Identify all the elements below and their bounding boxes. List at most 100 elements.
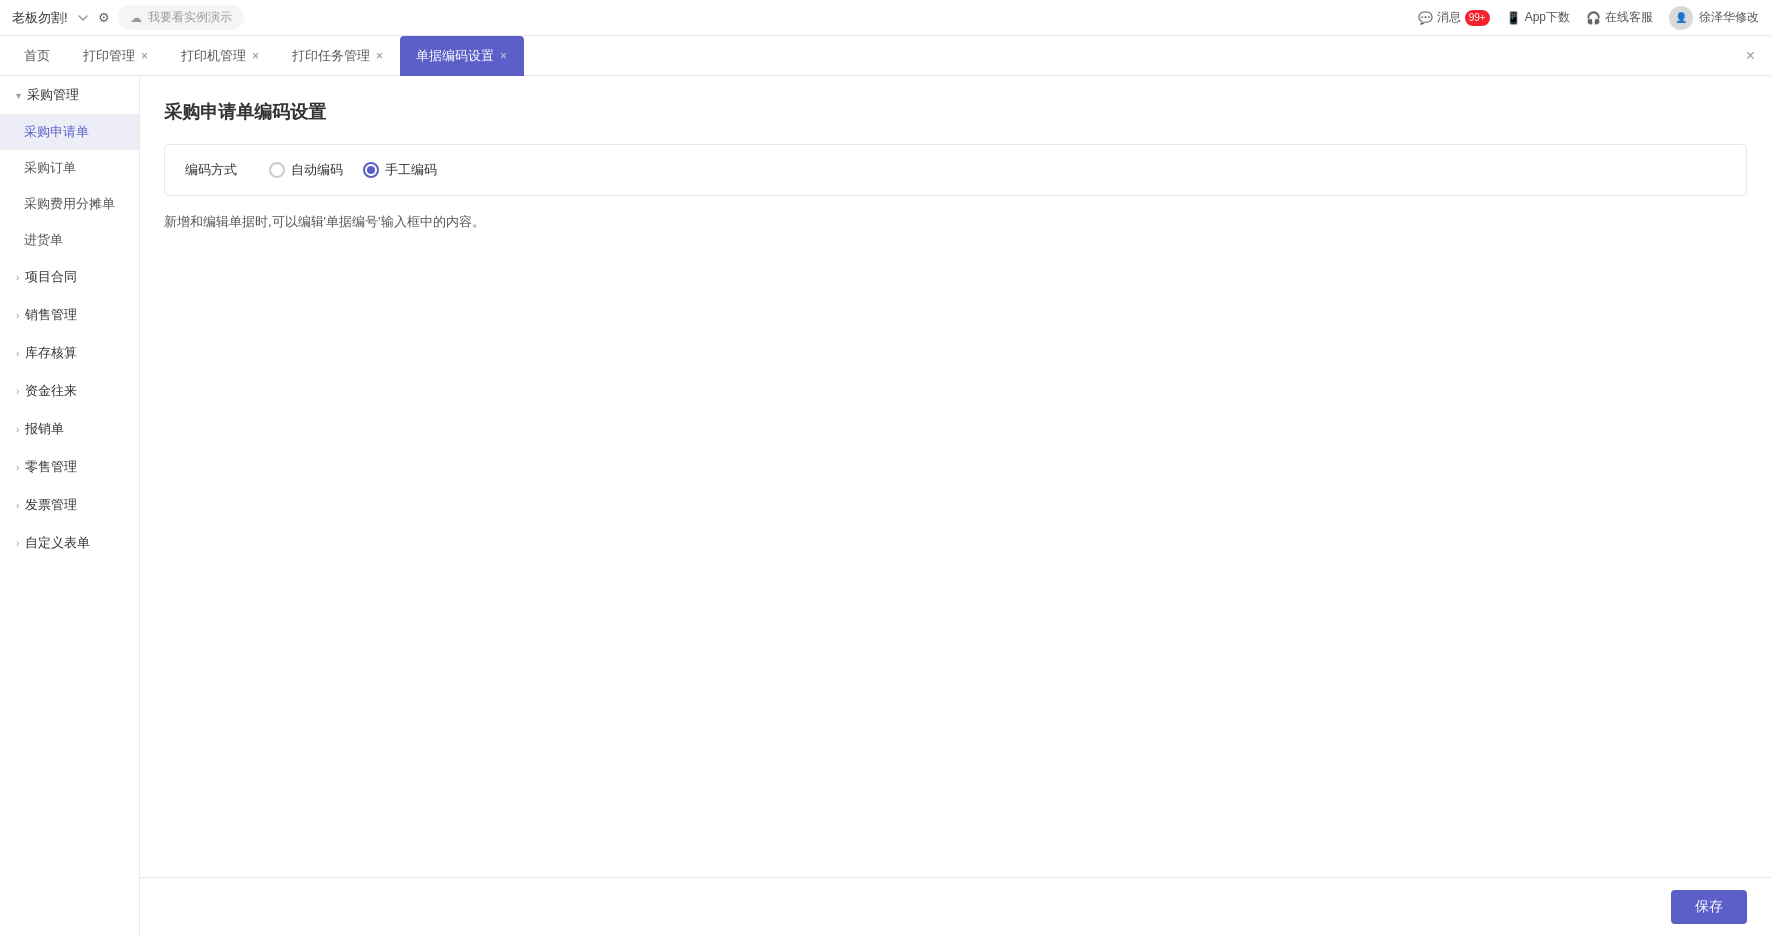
- sidebar-group-purchase: ▾ 采购管理 采购申请单 采购订单 采购费用分摊单 进货单: [0, 76, 139, 258]
- sidebar-item-purchase-request[interactable]: 采购申请单: [0, 114, 139, 150]
- main-layout: ▾ 采购管理 采购申请单 采购订单 采购费用分摊单 进货单 › 项目合同: [0, 76, 1771, 936]
- encoding-row: 编码方式 自动编码 手工编码: [185, 161, 1726, 179]
- content-inner: 采购申请单编码设置 编码方式 自动编码 手工编码: [140, 76, 1771, 877]
- sidebar-group-sales-label: 销售管理: [25, 306, 77, 324]
- tab-printer-management-label: 打印机管理: [181, 47, 246, 65]
- top-bar-right: 💬 消息 99+ 📱 App下数 🎧 在线客服 👤 徐泽华修改: [1418, 6, 1759, 30]
- radio-group: 自动编码 手工编码: [269, 161, 437, 179]
- tab-print-task-close[interactable]: ×: [376, 49, 383, 63]
- tab-barcode-settings-label: 单据编码设置: [416, 47, 494, 65]
- encoding-panel: 编码方式 自动编码 手工编码: [164, 144, 1747, 196]
- tab-print-task-label: 打印任务管理: [292, 47, 370, 65]
- sidebar-group-returns: › 报销单: [0, 410, 139, 448]
- app-download-btn[interactable]: 📱 App下数: [1506, 9, 1570, 26]
- tab-print-management-close[interactable]: ×: [141, 49, 148, 63]
- save-button[interactable]: 保存: [1671, 890, 1747, 924]
- expand-arrow-icon-3: ›: [16, 310, 19, 321]
- user-name: 徐泽华修改: [1699, 9, 1759, 26]
- sidebar: ▾ 采购管理 采购申请单 采购订单 采购费用分摊单 进货单 › 项目合同: [0, 76, 140, 936]
- tab-print-management[interactable]: 打印管理 ×: [67, 36, 165, 76]
- sidebar-group-project-contract-title[interactable]: › 项目合同: [0, 258, 139, 296]
- content-area: 采购申请单编码设置 编码方式 自动编码 手工编码: [140, 76, 1771, 936]
- expand-arrow-icon-2: ›: [16, 272, 19, 283]
- sidebar-item-purchase-expense[interactable]: 采购费用分摊单: [0, 186, 139, 222]
- sidebar-group-capital: › 资金往来: [0, 372, 139, 410]
- hint-text: 新增和编辑单据时,可以编辑'单据编号'输入框中的内容。: [164, 212, 1747, 233]
- tab-print-management-label: 打印管理: [83, 47, 135, 65]
- sidebar-group-purchase-label: 采购管理: [27, 86, 79, 104]
- avatar: 👤: [1669, 6, 1693, 30]
- settings-icon[interactable]: ⚙: [98, 10, 110, 25]
- sidebar-group-custom-form: › 自定义表单: [0, 524, 139, 562]
- sidebar-group-retail: › 零售管理: [0, 448, 139, 486]
- sidebar-item-stock-in-label: 进货单: [24, 232, 63, 247]
- sidebar-item-purchase-order-label: 采购订单: [24, 160, 76, 175]
- radio-manual-circle: [363, 162, 379, 178]
- message-label: 消息: [1437, 9, 1461, 26]
- radio-auto-circle: [269, 162, 285, 178]
- sidebar-group-sales-title[interactable]: › 销售管理: [0, 296, 139, 334]
- online-service-label: 在线客服: [1605, 9, 1653, 26]
- sidebar-group-returns-title[interactable]: › 报销单: [0, 410, 139, 448]
- sidebar-item-stock-in[interactable]: 进货单: [0, 222, 139, 258]
- manual-code-label: 手工编码: [385, 161, 437, 179]
- sidebar-group-retail-label: 零售管理: [25, 458, 77, 476]
- message-btn[interactable]: 💬 消息 99+: [1418, 9, 1490, 26]
- content-footer: 保存: [140, 877, 1771, 936]
- sidebar-group-custom-form-label: 自定义表单: [25, 534, 90, 552]
- cloud-icon: ☁: [130, 11, 142, 25]
- search-placeholder: 我要看实例演示: [148, 9, 232, 26]
- sidebar-group-custom-form-title[interactable]: › 自定义表单: [0, 524, 139, 562]
- tab-barcode-settings[interactable]: 单据编码设置 ×: [400, 36, 524, 76]
- message-badge: 99+: [1465, 10, 1490, 26]
- sidebar-group-inventory-label: 库存核算: [25, 344, 77, 362]
- sidebar-item-purchase-request-label: 采购申请单: [24, 124, 89, 139]
- tab-print-task[interactable]: 打印任务管理 ×: [276, 36, 400, 76]
- sidebar-group-returns-label: 报销单: [25, 420, 64, 438]
- encoding-label: 编码方式: [185, 161, 237, 179]
- sidebar-group-retail-title[interactable]: › 零售管理: [0, 448, 139, 486]
- tab-bar: 首页 打印管理 × 打印机管理 × 打印任务管理 × 单据编码设置 × ×: [0, 36, 1771, 76]
- sidebar-item-purchase-expense-label: 采购费用分摊单: [24, 196, 115, 211]
- tab-printer-management-close[interactable]: ×: [252, 49, 259, 63]
- top-bar: 老板勿割! ⚙ ☁ 我要看实例演示 💬 消息 99+ 📱 App下数 🎧 在线客…: [0, 0, 1771, 36]
- tab-barcode-settings-close[interactable]: ×: [500, 49, 507, 63]
- radio-manual-code[interactable]: 手工编码: [363, 161, 437, 179]
- auto-code-label: 自动编码: [291, 161, 343, 179]
- expand-arrow-icon-8: ›: [16, 500, 19, 511]
- sidebar-group-capital-label: 资金往来: [25, 382, 77, 400]
- chevron-down-icon: [76, 11, 90, 25]
- tab-bar-close-btn[interactable]: ×: [1738, 47, 1763, 65]
- expand-arrow-icon-4: ›: [16, 348, 19, 359]
- app-logo: 老板勿割!: [12, 9, 68, 27]
- sidebar-group-inventory: › 库存核算: [0, 334, 139, 372]
- sidebar-group-capital-title[interactable]: › 资金往来: [0, 372, 139, 410]
- sidebar-group-invoice-label: 发票管理: [25, 496, 77, 514]
- sidebar-group-invoice: › 发票管理: [0, 486, 139, 524]
- expand-arrow-icon-9: ›: [16, 538, 19, 549]
- sidebar-group-inventory-title[interactable]: › 库存核算: [0, 334, 139, 372]
- page-title: 采购申请单编码设置: [164, 100, 1747, 124]
- expand-arrow-icon: ▾: [16, 90, 21, 101]
- search-bar[interactable]: ☁ 我要看实例演示: [118, 5, 244, 30]
- tab-home-label: 首页: [24, 47, 50, 65]
- tab-home[interactable]: 首页: [8, 36, 67, 76]
- top-bar-left: 老板勿割! ⚙ ☁ 我要看实例演示: [12, 5, 244, 30]
- user-menu[interactable]: 👤 徐泽华修改: [1669, 6, 1759, 30]
- sidebar-group-project-contract: › 项目合同: [0, 258, 139, 296]
- message-icon: 💬: [1418, 11, 1433, 25]
- online-service-btn[interactable]: 🎧 在线客服: [1586, 9, 1653, 26]
- sidebar-group-invoice-title[interactable]: › 发票管理: [0, 486, 139, 524]
- sidebar-group-project-contract-label: 项目合同: [25, 268, 77, 286]
- sidebar-group-purchase-title[interactable]: ▾ 采购管理: [0, 76, 139, 114]
- app-download-label: App下数: [1525, 9, 1570, 26]
- download-icon: 📱: [1506, 11, 1521, 25]
- headset-icon: 🎧: [1586, 11, 1601, 25]
- radio-auto-code[interactable]: 自动编码: [269, 161, 343, 179]
- expand-arrow-icon-6: ›: [16, 424, 19, 435]
- sidebar-group-sales: › 销售管理: [0, 296, 139, 334]
- sidebar-item-purchase-order[interactable]: 采购订单: [0, 150, 139, 186]
- tab-printer-management[interactable]: 打印机管理 ×: [165, 36, 276, 76]
- logo-dropdown[interactable]: [76, 11, 90, 25]
- expand-arrow-icon-7: ›: [16, 462, 19, 473]
